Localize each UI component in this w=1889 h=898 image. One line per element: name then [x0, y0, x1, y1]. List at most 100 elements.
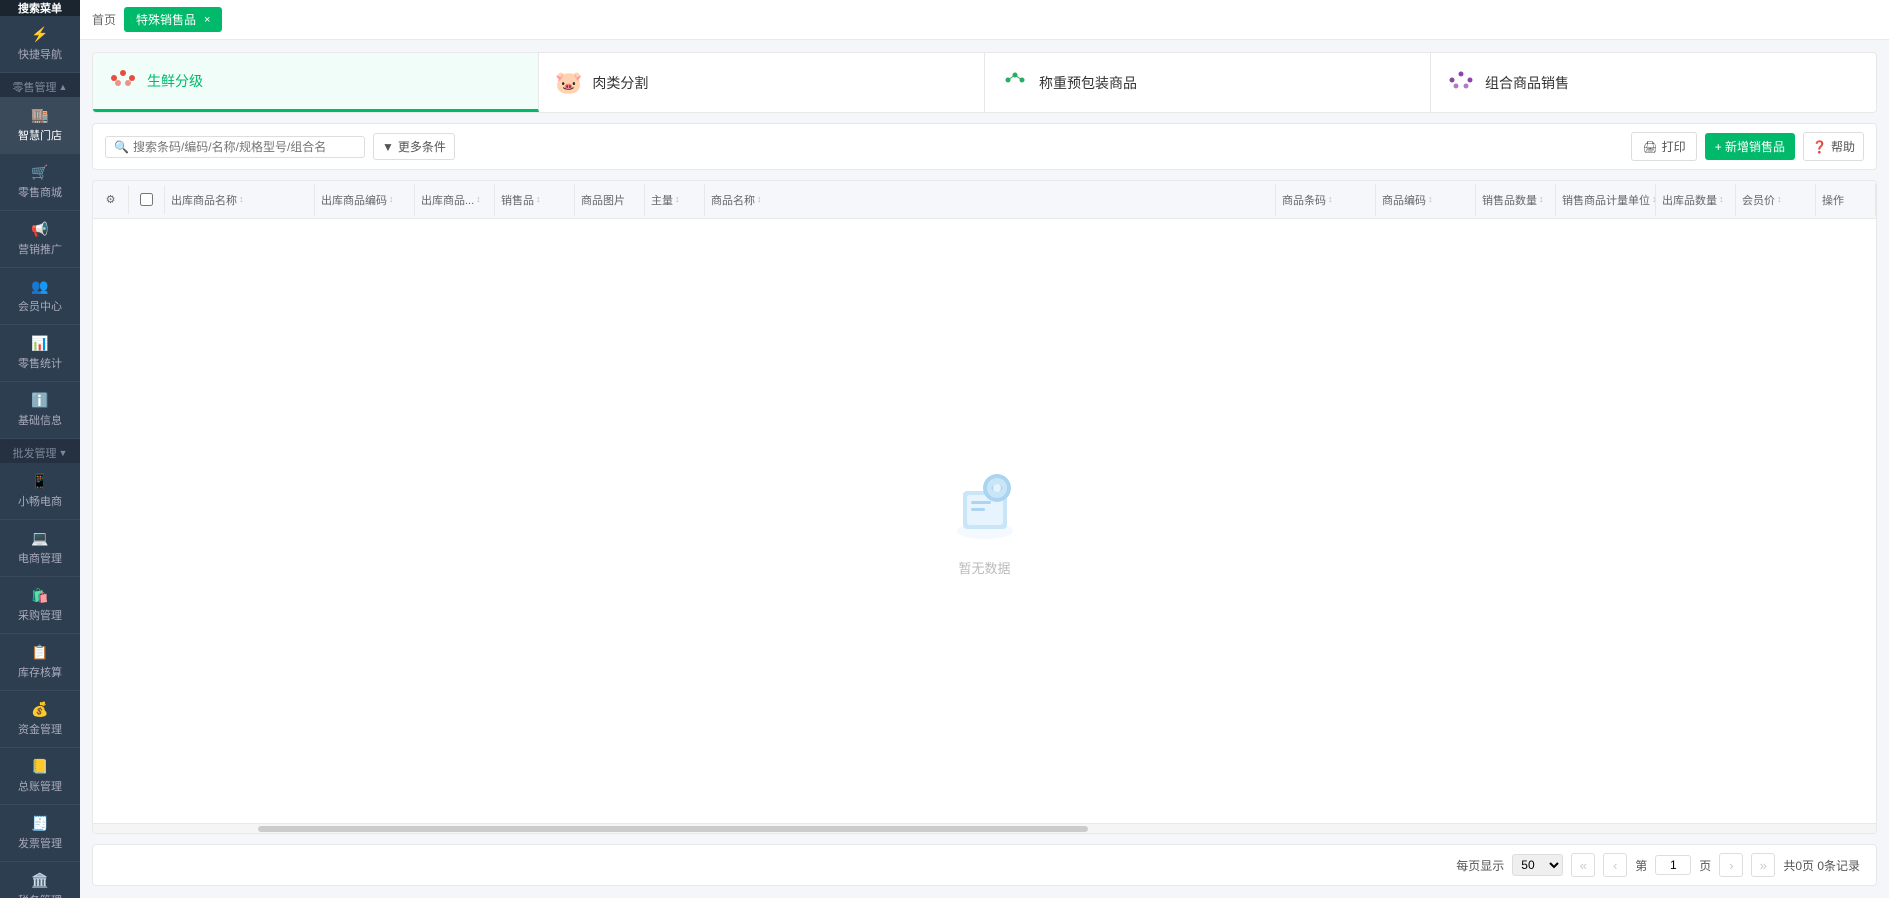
- sidebar-item-retail-mall[interactable]: 🛒 零售商城: [0, 154, 80, 211]
- toolbar-left: 🔍 ▼ 更多条件: [105, 133, 455, 160]
- scrollbar-thumb[interactable]: [258, 826, 1088, 832]
- batch-mgmt-label: 批发管理: [13, 445, 57, 461]
- active-tab[interactable]: 特殊销售品 ×: [124, 7, 222, 32]
- sidebar-item-label: 智慧门店: [18, 127, 62, 143]
- per-page-label: 每页显示: [1456, 857, 1504, 874]
- retail-mgmt-arrow: ▲: [59, 82, 68, 92]
- col-out-qty[interactable]: 出库品数量 ↕: [1656, 184, 1736, 216]
- ecom-mgmt-icon: 💻: [31, 530, 48, 547]
- col-sale-qty-label: 销售品数量: [1482, 192, 1537, 208]
- ledger-icon: 📒: [31, 758, 48, 775]
- sidebar: 搜索菜单 ⚡ 快捷导航 零售管理 ▲ 🏬 智慧门店 🛒 零售商城 📢 营销推广 …: [0, 0, 80, 898]
- sort-out-code[interactable]: ↕: [389, 195, 394, 204]
- tab-card-fresh-grade[interactable]: 生鲜分级: [93, 53, 539, 112]
- sort-barcode[interactable]: ↕: [1328, 195, 1333, 204]
- page-input[interactable]: [1655, 855, 1691, 875]
- col-sale-unit[interactable]: 销售商品计量单位 ↕: [1556, 184, 1656, 216]
- sidebar-item-member[interactable]: 👥 会员中心: [0, 268, 80, 325]
- meat-cut-icon: 🐷: [555, 70, 582, 96]
- sort-main[interactable]: ↕: [675, 195, 680, 204]
- sidebar-item-capital[interactable]: 💰 资金管理: [0, 691, 80, 748]
- sort-out-name[interactable]: ↕: [239, 195, 244, 204]
- retail-mgmt-label: 零售管理: [13, 79, 57, 95]
- sidebar-logo: 搜索菜单: [0, 0, 80, 16]
- sidebar-item-mini-ecom[interactable]: 📱 小畅电商: [0, 463, 80, 520]
- top-bar: 首页 特殊销售品 ×: [80, 0, 1889, 40]
- toolbar: 🔍 ▼ 更多条件 🖨 打印 + 新增销售品 ❓ 帮助: [92, 123, 1877, 170]
- new-label: + 新增销售品: [1715, 138, 1785, 155]
- batch-arrow: ▼: [59, 448, 68, 458]
- sidebar-item-smart-store[interactable]: 🏬 智慧门店: [0, 97, 80, 154]
- filter-icon: ▼: [382, 140, 394, 154]
- sidebar-item-stock[interactable]: 📋 库存核算: [0, 634, 80, 691]
- sort-sale-qty[interactable]: ↕: [1539, 195, 1544, 204]
- settings-icon: ⚙: [106, 193, 116, 206]
- sidebar-item-quick-nav[interactable]: ⚡ 快捷导航: [0, 16, 80, 73]
- new-sale-button[interactable]: + 新增销售品: [1705, 133, 1795, 160]
- col-out-code[interactable]: 出库商品编码 ↕: [315, 184, 415, 216]
- sort-member-price[interactable]: ↕: [1777, 195, 1782, 204]
- sort-prod-name[interactable]: ↕: [757, 195, 762, 204]
- filter-label: 更多条件: [398, 138, 446, 155]
- empty-state: 暂无数据: [93, 219, 1876, 823]
- col-main[interactable]: 主量 ↕: [645, 184, 705, 216]
- print-button[interactable]: 🖨 打印: [1631, 132, 1696, 161]
- col-out-qty-label: 出库品数量: [1662, 192, 1717, 208]
- sidebar-section-batch[interactable]: 批发管理 ▼: [0, 439, 80, 463]
- sidebar-item-label: 零售统计: [18, 355, 62, 371]
- sidebar-item-label: 电商管理: [18, 550, 62, 566]
- sidebar-item-tax[interactable]: 🏛️ 税务管理: [0, 862, 80, 898]
- select-all-checkbox[interactable]: [140, 193, 153, 206]
- sidebar-item-sales-promo[interactable]: 📢 营销推广: [0, 211, 80, 268]
- table-header: ⚙ 出库商品名称 ↕ 出库商品编码 ↕ 出库商品... ↕: [93, 181, 1876, 219]
- col-settings[interactable]: ⚙: [93, 185, 129, 214]
- horizontal-scrollbar[interactable]: [93, 823, 1876, 833]
- sidebar-section-retail[interactable]: 零售管理 ▲: [0, 73, 80, 97]
- sidebar-item-label: 营销推广: [18, 241, 62, 257]
- last-page-btn[interactable]: »: [1751, 853, 1775, 877]
- search-box[interactable]: 🔍: [105, 136, 365, 158]
- col-image[interactable]: 商品图片: [575, 184, 645, 216]
- per-page-select[interactable]: 50 10 20 100: [1512, 854, 1563, 876]
- filter-button[interactable]: ▼ 更多条件: [373, 133, 455, 160]
- sidebar-item-retail-stats[interactable]: 📊 零售统计: [0, 325, 80, 382]
- home-breadcrumb[interactable]: 首页: [92, 11, 116, 28]
- sidebar-item-basic-info[interactable]: ℹ️ 基础信息: [0, 382, 80, 439]
- sort-out-spec[interactable]: ↕: [476, 195, 481, 204]
- col-prod-name[interactable]: 商品名称 ↕: [705, 184, 1276, 216]
- print-label: 打印: [1662, 138, 1686, 155]
- sidebar-item-label: 零售商城: [18, 184, 62, 200]
- tab-card-meat-cut[interactable]: 🐷 肉类分割: [539, 53, 985, 112]
- col-checkbox[interactable]: [129, 185, 165, 214]
- sort-out-qty[interactable]: ↕: [1719, 195, 1724, 204]
- sort-sale-item[interactable]: ↕: [536, 195, 541, 204]
- prev-page-btn[interactable]: ‹: [1603, 853, 1627, 877]
- first-page-btn[interactable]: «: [1571, 853, 1595, 877]
- tab-label-fresh: 生鲜分级: [147, 71, 203, 91]
- tab-card-combo[interactable]: 组合商品销售: [1431, 53, 1876, 112]
- next-page-btn[interactable]: ›: [1719, 853, 1743, 877]
- sidebar-item-invoice[interactable]: 🧾 发票管理: [0, 805, 80, 862]
- sidebar-item-purchase[interactable]: 🛍️ 采购管理: [0, 577, 80, 634]
- col-barcode[interactable]: 商品条码 ↕: [1276, 184, 1376, 216]
- basic-info-icon: ℹ️: [31, 392, 48, 409]
- col-prod-code[interactable]: 商品编码 ↕: [1376, 184, 1476, 216]
- tab-card-weight-pack[interactable]: 称重预包装商品: [985, 53, 1431, 112]
- sidebar-item-ledger[interactable]: 📒 总账管理: [0, 748, 80, 805]
- sort-prod-code[interactable]: ↕: [1428, 195, 1433, 204]
- col-sale-qty[interactable]: 销售品数量 ↕: [1476, 184, 1556, 216]
- col-sale-item[interactable]: 销售品 ↕: [495, 184, 575, 216]
- purchase-icon: 🛍️: [31, 587, 48, 604]
- tab-close-btn[interactable]: ×: [204, 14, 210, 26]
- sales-promo-icon: 📢: [31, 221, 48, 238]
- col-member-price[interactable]: 会员价 ↕: [1736, 184, 1816, 216]
- invoice-icon: 🧾: [31, 815, 48, 832]
- col-out-name[interactable]: 出库商品名称 ↕: [165, 184, 315, 216]
- retail-mall-icon: 🛒: [31, 164, 48, 181]
- search-input[interactable]: [133, 140, 353, 154]
- col-out-spec[interactable]: 出库商品... ↕: [415, 184, 495, 216]
- sidebar-item-ecom-mgmt[interactable]: 💻 电商管理: [0, 520, 80, 577]
- mini-ecom-icon: 📱: [31, 473, 48, 490]
- col-out-code-label: 出库商品编码: [321, 192, 387, 208]
- help-button[interactable]: ❓ 帮助: [1803, 132, 1864, 161]
